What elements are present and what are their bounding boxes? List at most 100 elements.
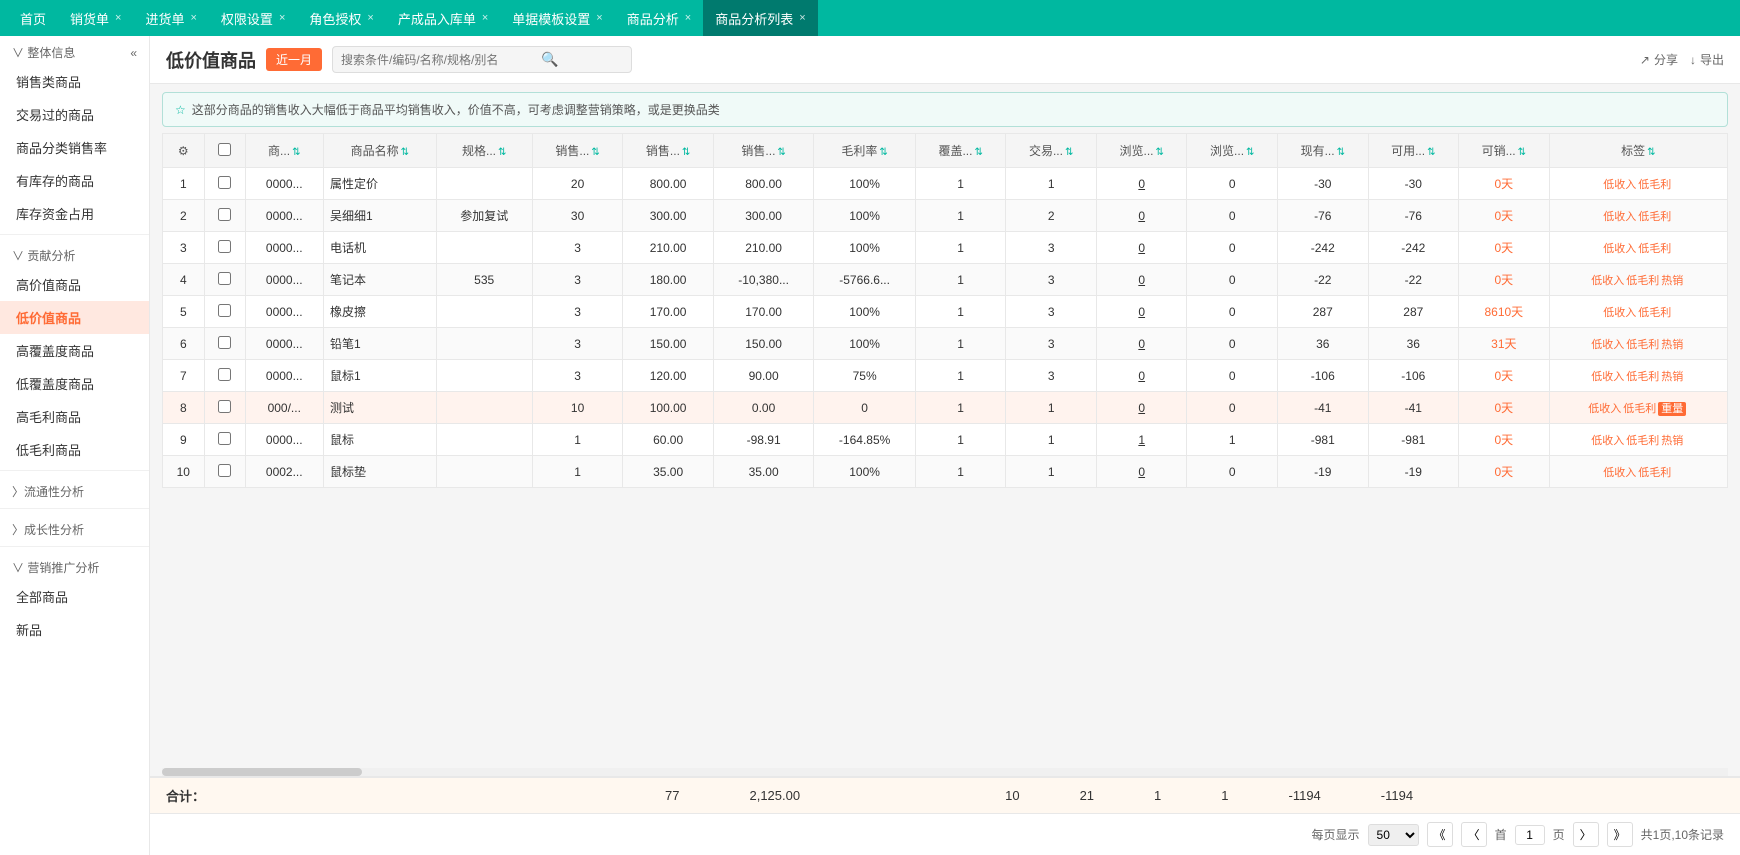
table-container[interactable]: ⚙ 商...⇅ 商品名称⇅ 规格...⇅ 销售...⇅ 销售...⇅ 销售...… xyxy=(150,133,1740,768)
next-page-button[interactable]: 〉 xyxy=(1573,822,1599,847)
close-icon[interactable]: × xyxy=(367,12,373,24)
browse-count1[interactable]: 0 xyxy=(1096,200,1187,232)
sidebar-item-high-profit[interactable]: 高毛利商品 xyxy=(0,400,149,433)
row-checkbox[interactable] xyxy=(218,368,231,381)
col-checkbox[interactable] xyxy=(204,134,245,168)
per-page-select[interactable]: 50 100 200 xyxy=(1368,824,1419,846)
col-sellable[interactable]: 可销...⇅ xyxy=(1459,134,1550,168)
page-number-input[interactable] xyxy=(1515,825,1545,845)
col-settings[interactable]: ⚙ xyxy=(163,134,205,168)
browse-count1[interactable]: 0 xyxy=(1096,168,1187,200)
sidebar-group-overview[interactable]: ∨ 整体信息 « xyxy=(0,36,149,65)
browse-link[interactable]: 0 xyxy=(1138,241,1145,255)
col-qty[interactable]: 销售...⇅ xyxy=(532,134,623,168)
prev-page-button[interactable]: 〈 xyxy=(1461,822,1487,847)
nav-roles[interactable]: 角色授权 × xyxy=(297,0,385,36)
browse-link[interactable]: 0 xyxy=(1138,209,1145,223)
col-spec[interactable]: 规格...⇅ xyxy=(436,134,532,168)
col-code[interactable]: 商...⇅ xyxy=(245,134,323,168)
sidebar-group-growth[interactable]: 〉成长性分析 xyxy=(0,513,149,542)
browse-link[interactable]: 0 xyxy=(1138,273,1145,287)
row-checkbox-cell[interactable] xyxy=(204,264,245,296)
browse-count1[interactable]: 0 xyxy=(1096,328,1187,360)
sidebar-item-low-coverage[interactable]: 低覆盖度商品 xyxy=(0,367,149,400)
browse-count1[interactable]: 0 xyxy=(1096,296,1187,328)
row-checkbox[interactable] xyxy=(218,240,231,253)
browse-link[interactable]: 1 xyxy=(1138,433,1145,447)
col-browse1[interactable]: 浏览...⇅ xyxy=(1096,134,1187,168)
last-page-button[interactable]: 》 xyxy=(1607,822,1633,847)
col-sale1[interactable]: 销售...⇅ xyxy=(623,134,714,168)
browse-link[interactable]: 0 xyxy=(1138,337,1145,351)
row-checkbox-cell[interactable] xyxy=(204,360,245,392)
nav-product-stock[interactable]: 产成品入库单 × xyxy=(386,0,500,36)
nav-purchase[interactable]: 进货单 × xyxy=(133,0,208,36)
nav-product-analysis-list[interactable]: 商品分析列表 × xyxy=(703,0,817,36)
row-checkbox-cell[interactable] xyxy=(204,328,245,360)
browse-link[interactable]: 0 xyxy=(1138,305,1145,319)
search-input[interactable] xyxy=(341,53,541,67)
row-checkbox-cell[interactable] xyxy=(204,232,245,264)
close-icon[interactable]: × xyxy=(596,12,602,24)
sidebar-item-stock-funds[interactable]: 库存资金占用 xyxy=(0,197,149,230)
sidebar-item-new-products[interactable]: 新品 xyxy=(0,613,149,646)
row-checkbox[interactable] xyxy=(218,208,231,221)
sidebar-item-traded-products[interactable]: 交易过的商品 xyxy=(0,98,149,131)
browse-link[interactable]: 0 xyxy=(1138,401,1145,415)
close-icon[interactable]: × xyxy=(279,12,285,24)
close-icon[interactable]: × xyxy=(190,12,196,24)
sidebar-group-circulation[interactable]: 〉流通性分析 xyxy=(0,475,149,504)
row-checkbox[interactable] xyxy=(218,304,231,317)
browse-link[interactable]: 0 xyxy=(1138,465,1145,479)
sidebar-item-low-profit[interactable]: 低毛利商品 xyxy=(0,433,149,466)
col-tags[interactable]: 标签⇅ xyxy=(1549,134,1727,168)
sidebar-group-contribution[interactable]: ∨ 贡献分析 xyxy=(0,239,149,268)
nav-product-analysis[interactable]: 商品分析 × xyxy=(615,0,703,36)
close-icon[interactable]: × xyxy=(482,12,488,24)
sidebar-item-category-sales[interactable]: 商品分类销售率 xyxy=(0,131,149,164)
row-checkbox[interactable] xyxy=(218,336,231,349)
sidebar-item-stocked-products[interactable]: 有库存的商品 xyxy=(0,164,149,197)
horizontal-scrollbar[interactable] xyxy=(162,768,1728,776)
collapse-icon[interactable]: « xyxy=(130,46,137,60)
scrollbar-thumb[interactable] xyxy=(162,768,362,776)
row-checkbox-cell[interactable] xyxy=(204,424,245,456)
share-button[interactable]: ↗ 分享 xyxy=(1640,51,1678,68)
row-checkbox[interactable] xyxy=(218,400,231,413)
col-sale2[interactable]: 销售...⇅ xyxy=(713,134,813,168)
row-checkbox[interactable] xyxy=(218,272,231,285)
col-stock[interactable]: 现有...⇅ xyxy=(1278,134,1369,168)
row-checkbox-cell[interactable] xyxy=(204,392,245,424)
col-avail[interactable]: 可用...⇅ xyxy=(1368,134,1459,168)
sidebar-item-high-coverage[interactable]: 高覆盖度商品 xyxy=(0,334,149,367)
sidebar-item-sales-products[interactable]: 销售类商品 xyxy=(0,65,149,98)
col-browse2[interactable]: 浏览...⇅ xyxy=(1187,134,1278,168)
row-checkbox-cell[interactable] xyxy=(204,296,245,328)
browse-count1[interactable]: 1 xyxy=(1096,424,1187,456)
row-checkbox-cell[interactable] xyxy=(204,200,245,232)
col-trade[interactable]: 交易...⇅ xyxy=(1006,134,1097,168)
nav-permissions[interactable]: 权限设置 × xyxy=(209,0,297,36)
select-all-checkbox[interactable] xyxy=(218,143,231,156)
close-icon[interactable]: × xyxy=(115,12,121,24)
col-coverage[interactable]: 覆盖...⇅ xyxy=(915,134,1006,168)
browse-count1[interactable]: 0 xyxy=(1096,392,1187,424)
col-profit[interactable]: 毛利率⇅ xyxy=(814,134,916,168)
browse-link[interactable]: 0 xyxy=(1138,369,1145,383)
browse-count1[interactable]: 0 xyxy=(1096,264,1187,296)
row-checkbox-cell[interactable] xyxy=(204,168,245,200)
col-name[interactable]: 商品名称⇅ xyxy=(323,134,436,168)
browse-count1[interactable]: 0 xyxy=(1096,456,1187,488)
browse-link[interactable]: 0 xyxy=(1138,177,1145,191)
row-checkbox-cell[interactable] xyxy=(204,456,245,488)
export-button[interactable]: ↓ 导出 xyxy=(1690,51,1724,68)
close-icon[interactable]: × xyxy=(799,12,805,24)
sidebar-group-marketing[interactable]: ∨ 营销推广分析 xyxy=(0,551,149,580)
row-checkbox[interactable] xyxy=(218,464,231,477)
sidebar-item-all-products[interactable]: 全部商品 xyxy=(0,580,149,613)
search-icon[interactable]: 🔍 xyxy=(541,51,558,68)
row-checkbox[interactable] xyxy=(218,176,231,189)
browse-count1[interactable]: 0 xyxy=(1096,360,1187,392)
nav-template[interactable]: 单据模板设置 × xyxy=(500,0,614,36)
sidebar-item-low-value[interactable]: 低价值商品 xyxy=(0,301,149,334)
